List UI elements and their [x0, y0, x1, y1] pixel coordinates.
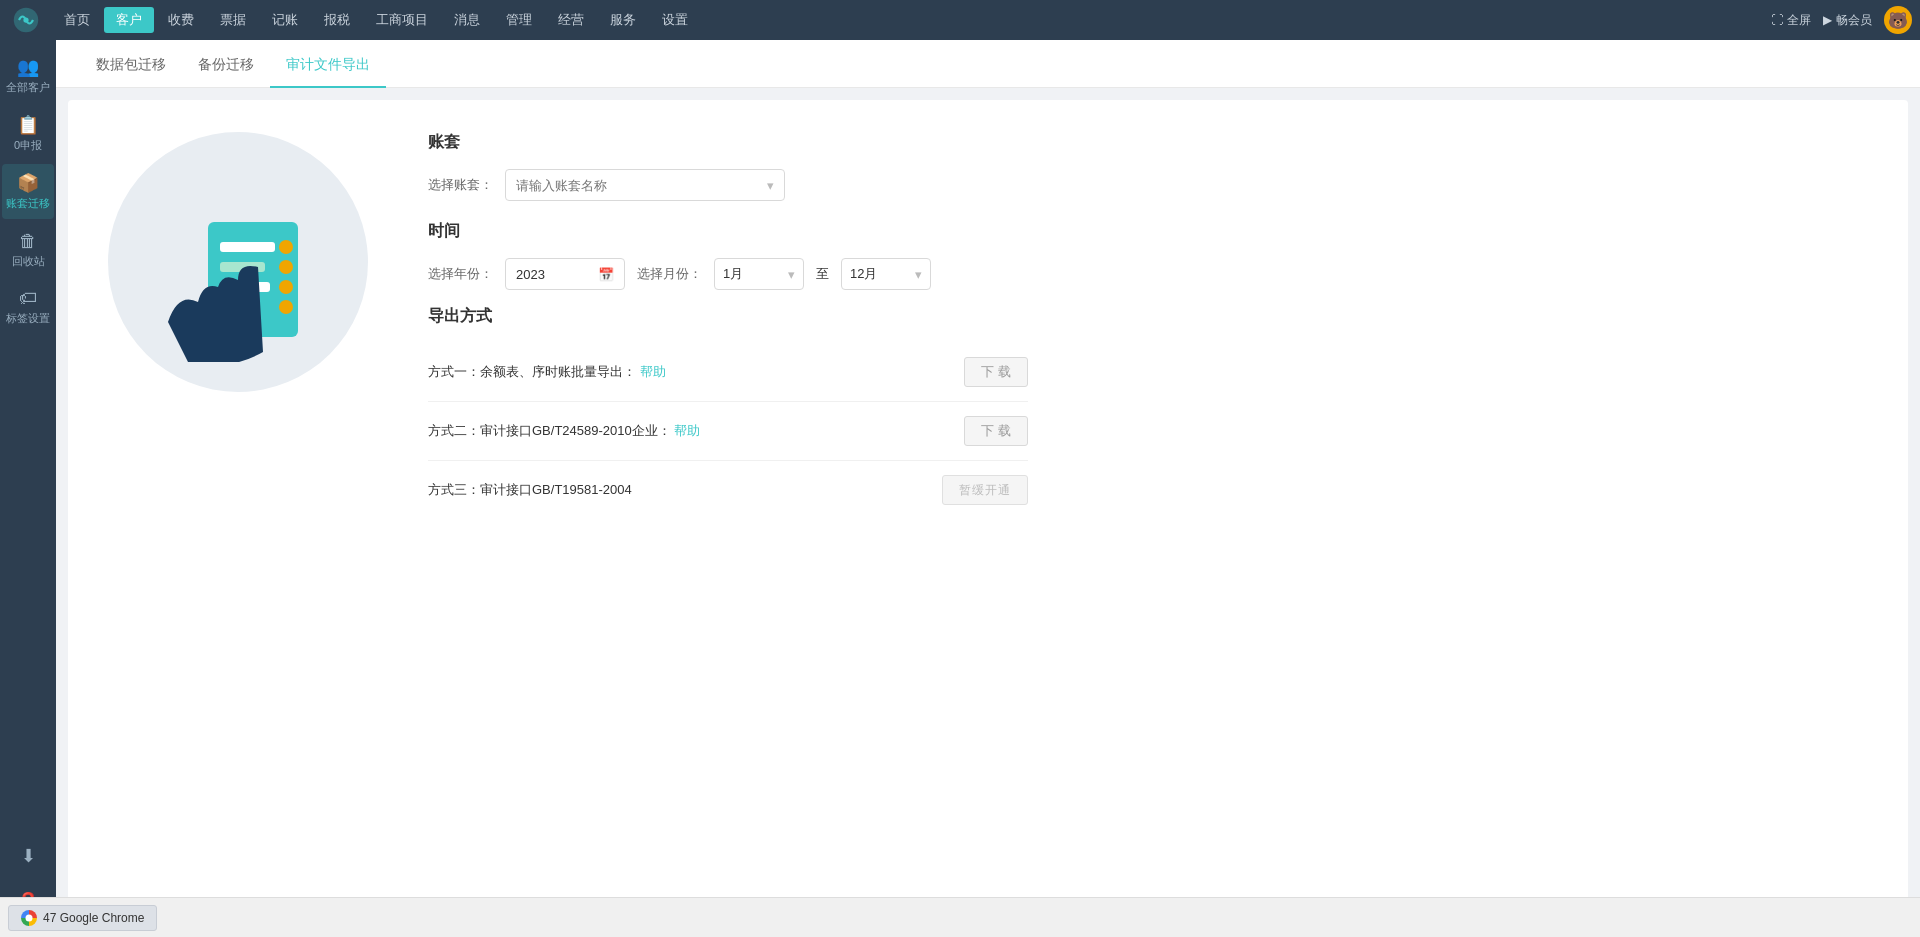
tab-data-migrate[interactable]: 数据包迁移 — [80, 44, 182, 88]
time-section-title: 时间 — [428, 221, 1028, 242]
sidebar-item-recycle[interactable]: 🗑 回收站 — [2, 223, 54, 276]
method-3-text: 方式三：审计接口GB/T19581-2004 — [428, 481, 632, 499]
sidebar-item-label: 回收站 — [12, 255, 45, 268]
taskbar: 47 Google Chrome — [0, 897, 1920, 937]
chevron-down-icon: ▾ — [915, 267, 922, 282]
top-nav: 首页 客户 收费 票据 记账 报税 工商项目 消息 管理 经营 服务 设置 ⛶ … — [0, 0, 1920, 40]
year-input[interactable]: 2023 📅 — [505, 258, 625, 290]
account-select-label: 选择账套： — [428, 176, 493, 194]
chevron-down-icon: ▾ — [788, 267, 795, 282]
time-section: 时间 选择年份： 2023 📅 选择月份： 1月 ▾ — [428, 221, 1028, 290]
fullscreen-button[interactable]: ⛶ 全屏 — [1771, 12, 1811, 29]
nav-home[interactable]: 首页 — [52, 7, 102, 33]
calendar-icon: 📅 — [598, 267, 614, 282]
method-3-open-button[interactable]: 暂缓开通 — [942, 475, 1028, 505]
migrate-icon: 📦 — [17, 172, 39, 194]
top-nav-items: 首页 客户 收费 票据 记账 报税 工商项目 消息 管理 经营 服务 设置 — [52, 7, 1771, 33]
method-1-download-button[interactable]: 下 载 — [964, 357, 1028, 387]
time-select-row: 选择年份： 2023 📅 选择月份： 1月 ▾ 至 — [428, 258, 1028, 290]
account-select-input[interactable] — [516, 178, 746, 193]
export-method-1: 方式一：余额表、序时账批量导出： 帮助 下 载 — [428, 343, 1028, 402]
fullscreen-icon: ⛶ — [1771, 13, 1783, 27]
illustration — [108, 132, 368, 392]
export-method-3: 方式三：审计接口GB/T19581-2004 暂缓开通 — [428, 461, 1028, 519]
download-icon: ⬇ — [21, 845, 36, 867]
month-start-value: 1月 — [723, 265, 743, 283]
sidebar-item-label: 全部客户 — [6, 81, 50, 94]
dropdown-arrow-icon: ▾ — [767, 178, 774, 193]
form-section: 账套 选择账套： ▾ 时间 选择年份： — [428, 132, 1028, 519]
sidebar-item-account-migrate[interactable]: 📦 账套迁移 — [2, 164, 54, 218]
month-end-select[interactable]: 12月 ▾ — [841, 258, 931, 290]
page-content: 账套 选择账套： ▾ 时间 选择年份： — [68, 100, 1908, 925]
tag-icon: 🏷 — [19, 288, 37, 309]
svg-point-10 — [279, 300, 293, 314]
account-select-row: 选择账套： ▾ — [428, 169, 1028, 201]
chrome-icon — [21, 910, 37, 926]
account-select[interactable]: ▾ — [505, 169, 785, 201]
export-section-title: 导出方式 — [428, 306, 1028, 327]
nav-bookkeeping[interactable]: 记账 — [260, 7, 310, 33]
declare-icon: 📋 — [17, 114, 39, 136]
year-value: 2023 — [516, 267, 545, 282]
nav-customer[interactable]: 客户 — [104, 7, 154, 33]
svg-rect-3 — [220, 242, 275, 252]
export-layout: 账套 选择账套： ▾ 时间 选择年份： — [108, 132, 1868, 519]
main-layout: 👥 全部客户 📋 0申报 📦 账套迁移 🗑 回收站 🏷 标签设置 ⬇ ❓ — [0, 40, 1920, 937]
vip-icon: ▶ — [1823, 13, 1832, 27]
method-1-help-link[interactable]: 帮助 — [640, 364, 666, 379]
month-start-select[interactable]: 1月 ▾ — [714, 258, 804, 290]
sidebar-item-all-customers[interactable]: 👥 全部客户 — [2, 48, 54, 102]
nav-message[interactable]: 消息 — [442, 7, 492, 33]
month-end-value: 12月 — [850, 265, 877, 283]
method-2-text: 方式二：审计接口GB/T24589-2010企业： 帮助 — [428, 422, 700, 440]
month-separator: 至 — [816, 265, 829, 283]
nav-manage[interactable]: 管理 — [494, 7, 544, 33]
taskbar-chrome-item[interactable]: 47 Google Chrome — [8, 905, 157, 931]
sidebar-item-label: 标签设置 — [6, 312, 50, 325]
tab-audit-export[interactable]: 审计文件导出 — [270, 44, 386, 88]
sidebar-item-label: 账套迁移 — [6, 197, 50, 210]
sidebar: 👥 全部客户 📋 0申报 📦 账套迁移 🗑 回收站 🏷 标签设置 ⬇ ❓ — [0, 40, 56, 937]
user-avatar[interactable]: 🐻 — [1884, 6, 1912, 34]
top-nav-right: ⛶ 全屏 ▶ 畅会员 🐻 — [1771, 6, 1912, 34]
customers-icon: 👥 — [17, 56, 39, 78]
content-area: 数据包迁移 备份迁移 审计文件导出 — [56, 40, 1920, 937]
sidebar-download-button[interactable]: ⬇ — [2, 837, 54, 875]
nav-fee[interactable]: 收费 — [156, 7, 206, 33]
tabs-bar: 数据包迁移 备份迁移 审计文件导出 — [56, 40, 1920, 88]
vip-button[interactable]: ▶ 畅会员 — [1823, 12, 1872, 29]
nav-operation[interactable]: 经营 — [546, 7, 596, 33]
app-logo[interactable] — [8, 2, 44, 38]
svg-point-1 — [23, 17, 28, 22]
nav-business[interactable]: 工商项目 — [364, 7, 440, 33]
tab-backup-migrate[interactable]: 备份迁移 — [182, 44, 270, 88]
recycle-icon: 🗑 — [19, 231, 37, 252]
year-label: 选择年份： — [428, 265, 493, 283]
sidebar-item-tag-settings[interactable]: 🏷 标签设置 — [2, 280, 54, 333]
method-2-help-link[interactable]: 帮助 — [674, 423, 700, 438]
sidebar-item-zero-declare[interactable]: 📋 0申报 — [2, 106, 54, 160]
nav-service[interactable]: 服务 — [598, 7, 648, 33]
method-2-download-button[interactable]: 下 载 — [964, 416, 1028, 446]
nav-tax[interactable]: 报税 — [312, 7, 362, 33]
taskbar-item-label: 47 Google Chrome — [43, 911, 144, 925]
svg-point-7 — [279, 240, 293, 254]
svg-point-8 — [279, 260, 293, 274]
svg-point-9 — [279, 280, 293, 294]
sidebar-item-label: 0申报 — [14, 139, 42, 152]
method-1-text: 方式一：余额表、序时账批量导出： 帮助 — [428, 363, 666, 381]
nav-invoice[interactable]: 票据 — [208, 7, 258, 33]
account-section-title: 账套 — [428, 132, 1028, 153]
nav-settings[interactable]: 设置 — [650, 7, 700, 33]
export-method-2: 方式二：审计接口GB/T24589-2010企业： 帮助 下 载 — [428, 402, 1028, 461]
month-label: 选择月份： — [637, 265, 702, 283]
